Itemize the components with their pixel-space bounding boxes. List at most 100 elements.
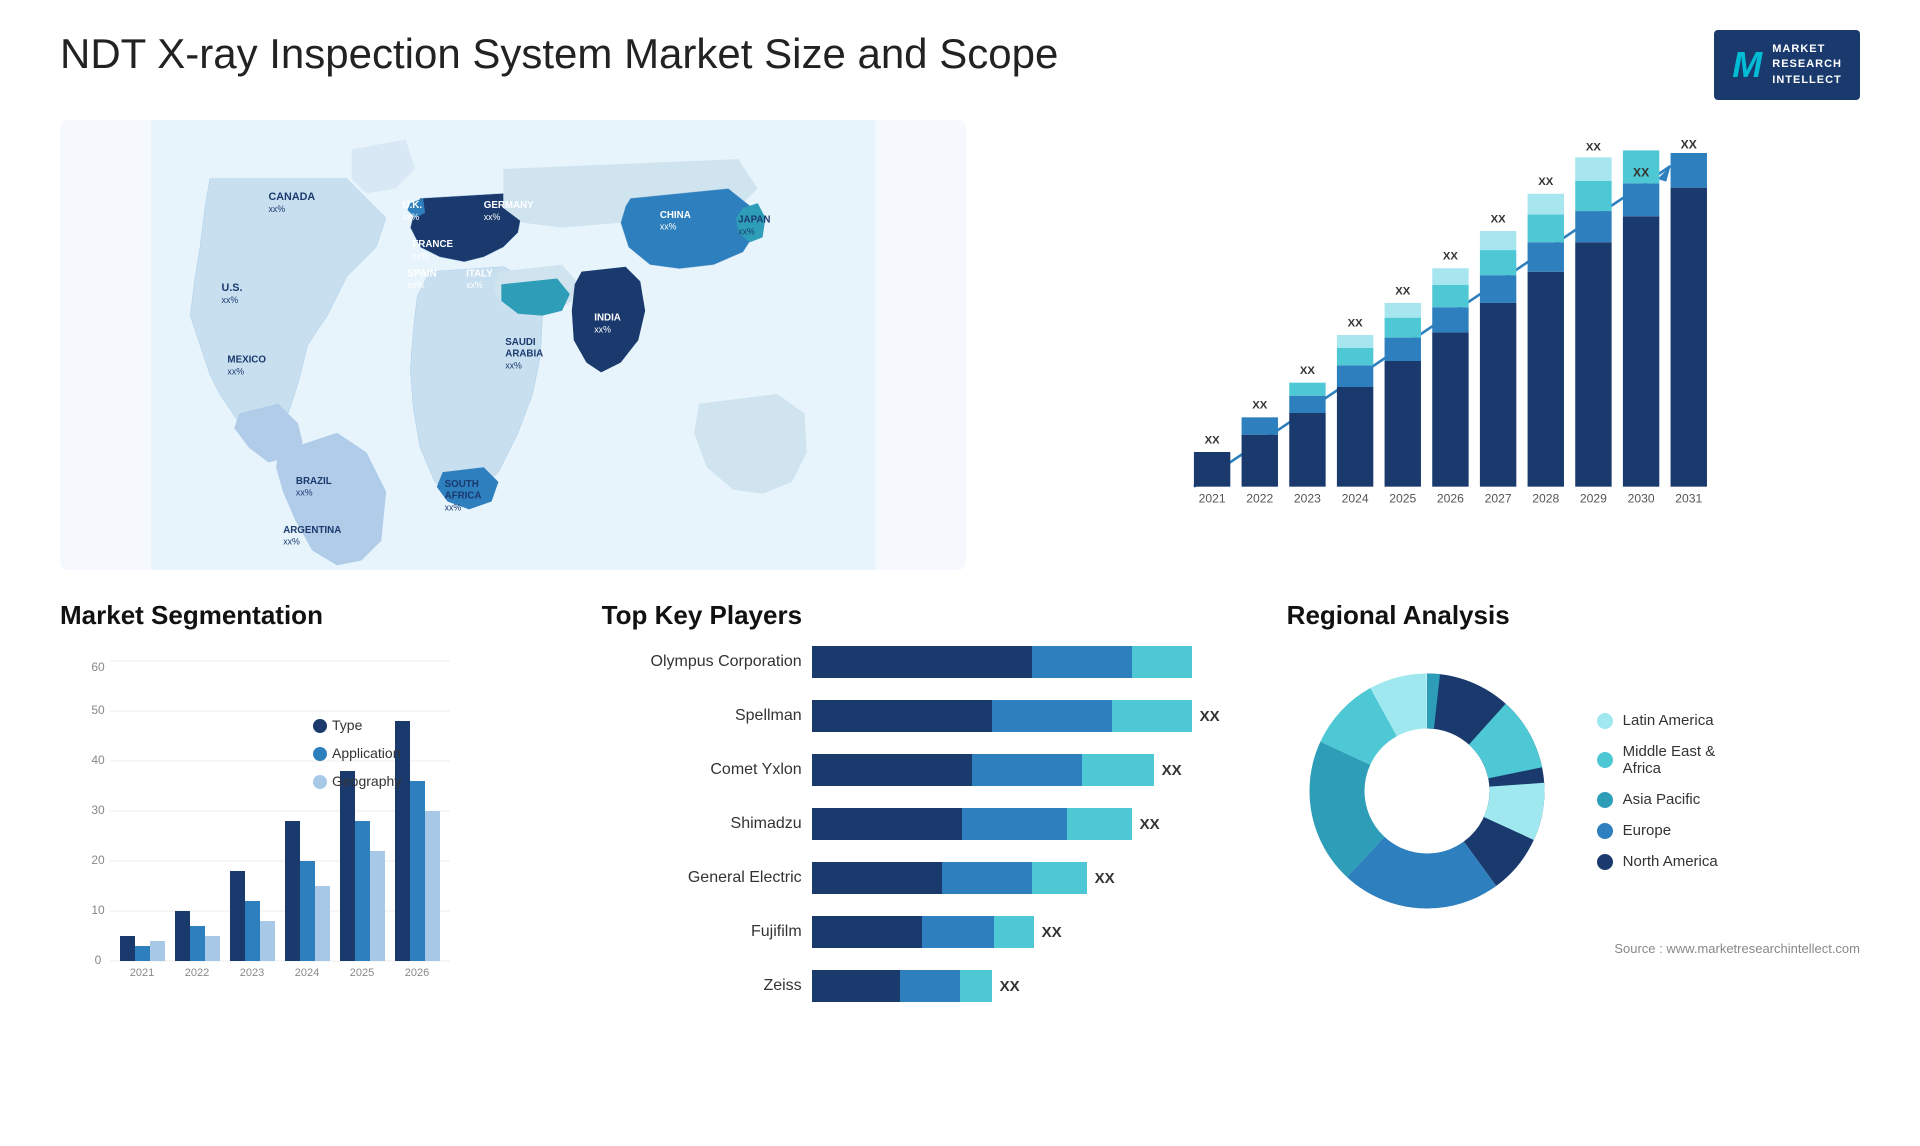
svg-text:xx%: xx% bbox=[296, 488, 313, 498]
bottom-section: Market Segmentation 0 10 20 30 40 50 60 bbox=[60, 600, 1860, 1040]
segmentation-title: Market Segmentation bbox=[60, 600, 562, 631]
player-bar-container: XX bbox=[812, 970, 1247, 1002]
legend-item-latin-america: Latin America bbox=[1597, 712, 1718, 729]
svg-text:XX: XX bbox=[1300, 365, 1316, 377]
svg-text:MEXICO: MEXICO bbox=[227, 355, 266, 366]
svg-text:INDIA: INDIA bbox=[594, 313, 621, 324]
bar-seg2 bbox=[962, 808, 1067, 840]
player-bar bbox=[812, 862, 1087, 894]
bar-seg3 bbox=[1032, 862, 1087, 894]
svg-text:ARGENTINA: ARGENTINA bbox=[283, 525, 341, 536]
top-section: CANADA xx% U.S. xx% MEXICO xx% BRAZIL xx… bbox=[60, 120, 1860, 570]
player-name: Spellman bbox=[602, 707, 802, 725]
regional-section: Regional Analysis bbox=[1287, 600, 1860, 1040]
svg-text:20: 20 bbox=[91, 853, 105, 867]
svg-text:CANADA: CANADA bbox=[269, 191, 316, 203]
legend-label: Asia Pacific bbox=[1623, 791, 1701, 808]
svg-text:xx%: xx% bbox=[407, 280, 424, 290]
bar-seg3 bbox=[1132, 646, 1192, 678]
svg-text:ITALY: ITALY bbox=[466, 269, 493, 280]
player-bar bbox=[812, 916, 1034, 948]
list-item: General Electric XX bbox=[602, 862, 1247, 894]
header: NDT X-ray Inspection System Market Size … bbox=[60, 30, 1860, 100]
bar-seg3 bbox=[994, 916, 1034, 948]
svg-text:50: 50 bbox=[91, 703, 105, 717]
legend-label: North America bbox=[1623, 853, 1718, 870]
bar-seg1 bbox=[812, 862, 942, 894]
legend-item-europe: Europe bbox=[1597, 822, 1718, 839]
logo-box: M MARKETRESEARCHINTELLECT bbox=[1714, 30, 1860, 100]
player-name: General Electric bbox=[602, 869, 802, 887]
bar-seg2 bbox=[972, 754, 1082, 786]
svg-text:2031: 2031 bbox=[1675, 491, 1702, 505]
svg-text:XX: XX bbox=[1491, 214, 1507, 226]
svg-text:Application: Application bbox=[332, 745, 401, 761]
bar-seg2 bbox=[992, 700, 1112, 732]
growth-chart-svg: XX XX XX XX bbox=[1016, 140, 1840, 530]
svg-text:2022: 2022 bbox=[185, 967, 209, 979]
svg-text:60: 60 bbox=[91, 660, 105, 674]
svg-text:XX: XX bbox=[1252, 400, 1268, 412]
donut-chart bbox=[1287, 651, 1567, 931]
svg-text:Geography: Geography bbox=[332, 773, 401, 789]
segmentation-chart: 0 10 20 30 40 50 60 2021 bbox=[60, 646, 480, 986]
svg-text:CHINA: CHINA bbox=[660, 210, 691, 221]
players-title: Top Key Players bbox=[602, 600, 1247, 631]
svg-text:xx%: xx% bbox=[269, 204, 286, 214]
svg-text:xx%: xx% bbox=[466, 280, 483, 290]
legend-color bbox=[1597, 752, 1613, 768]
svg-text:U.S.: U.S. bbox=[222, 282, 243, 294]
svg-text:XX: XX bbox=[1681, 140, 1697, 152]
growth-chart: XX XX XX XX bbox=[996, 120, 1860, 570]
svg-text:2030: 2030 bbox=[1628, 491, 1655, 505]
svg-text:xx%: xx% bbox=[412, 251, 429, 261]
svg-text:SAUDI: SAUDI bbox=[505, 337, 536, 348]
svg-text:10: 10 bbox=[91, 903, 105, 917]
svg-text:2028: 2028 bbox=[1532, 491, 1559, 505]
legend-color bbox=[1597, 823, 1613, 839]
svg-text:2023: 2023 bbox=[240, 967, 264, 979]
svg-text:FRANCE: FRANCE bbox=[412, 239, 453, 250]
svg-text:2025: 2025 bbox=[350, 967, 374, 979]
players-section: Top Key Players Olympus Corporation Spel… bbox=[602, 600, 1247, 1040]
svg-text:XX: XX bbox=[1586, 142, 1602, 154]
bar-seg3 bbox=[960, 970, 992, 1002]
svg-text:xx%: xx% bbox=[484, 212, 501, 222]
svg-text:Type: Type bbox=[332, 717, 363, 733]
regional-chart: Latin America Middle East &Africa Asia P… bbox=[1287, 651, 1860, 931]
legend-item-north-america: North America bbox=[1597, 853, 1718, 870]
list-item: Zeiss XX bbox=[602, 970, 1247, 1002]
svg-text:AFRICA: AFRICA bbox=[445, 491, 482, 502]
svg-text:0: 0 bbox=[95, 953, 102, 967]
logo-container: M MARKETRESEARCHINTELLECT bbox=[1714, 30, 1860, 100]
svg-text:ARABIA: ARABIA bbox=[505, 349, 543, 360]
player-value: XX bbox=[1042, 924, 1062, 941]
svg-text:2024: 2024 bbox=[295, 967, 319, 979]
legend-label: Middle East &Africa bbox=[1623, 743, 1716, 777]
svg-text:2026: 2026 bbox=[1437, 491, 1464, 505]
page-container: NDT X-ray Inspection System Market Size … bbox=[0, 0, 1920, 1146]
player-value: XX bbox=[1162, 762, 1182, 779]
svg-text:2029: 2029 bbox=[1580, 491, 1607, 505]
player-bar bbox=[812, 808, 1132, 840]
player-bar-container: XX bbox=[812, 700, 1247, 732]
svg-text:2025: 2025 bbox=[1389, 491, 1416, 505]
list-item: Olympus Corporation bbox=[602, 646, 1247, 678]
svg-text:2021: 2021 bbox=[1199, 491, 1226, 505]
bar-seg1 bbox=[812, 700, 992, 732]
player-value: XX bbox=[1095, 870, 1115, 887]
legend-color bbox=[1597, 792, 1613, 808]
svg-text:2023: 2023 bbox=[1294, 491, 1321, 505]
svg-text:XX: XX bbox=[1633, 166, 1649, 180]
svg-text:XX: XX bbox=[1205, 435, 1221, 447]
svg-text:xx%: xx% bbox=[227, 367, 244, 377]
svg-text:xx%: xx% bbox=[594, 324, 611, 334]
svg-text:2021: 2021 bbox=[130, 967, 154, 979]
svg-text:XX: XX bbox=[1443, 251, 1459, 263]
svg-text:SPAIN: SPAIN bbox=[407, 269, 436, 280]
list-item: Fujifilm XX bbox=[602, 916, 1247, 948]
map-svg: CANADA xx% U.S. xx% MEXICO xx% BRAZIL xx… bbox=[60, 120, 966, 570]
bar-seg2 bbox=[942, 862, 1032, 894]
player-name: Shimadzu bbox=[602, 815, 802, 833]
page-title: NDT X-ray Inspection System Market Size … bbox=[60, 30, 1058, 78]
